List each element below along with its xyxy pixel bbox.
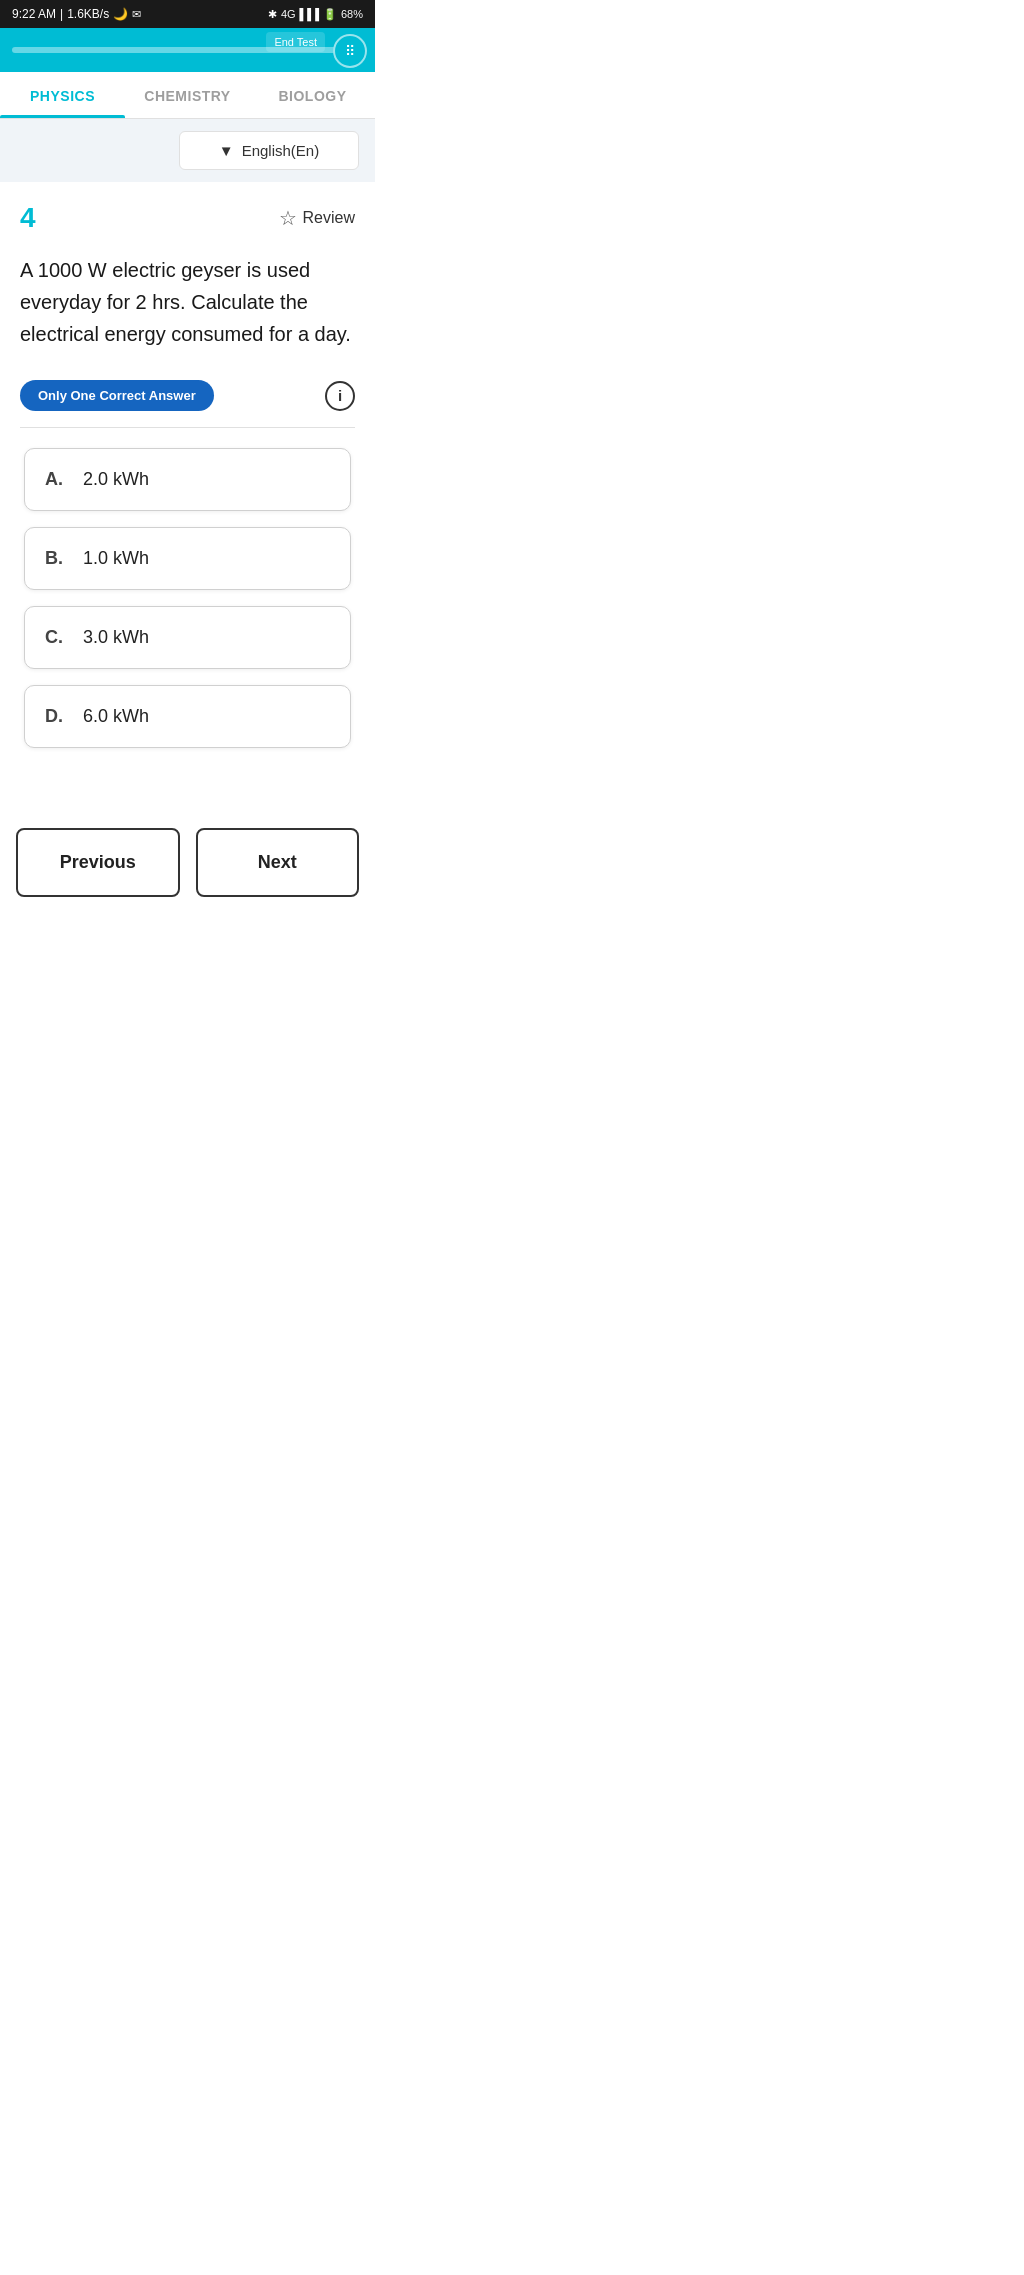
tab-chemistry[interactable]: CHEMISTRY — [125, 72, 250, 118]
menu-icon-button[interactable]: ⠿ — [333, 34, 367, 68]
status-network: 1.6KB/s — [67, 7, 109, 21]
chevron-down-icon: ▼ — [219, 142, 234, 159]
grid-icon: ⠿ — [345, 43, 355, 59]
info-icon-button[interactable]: i — [325, 381, 355, 411]
signal-icon: 4G▐▐▐ — [281, 8, 319, 20]
question-container: 4 ☆ Review A 1000 W electric geyser is u… — [0, 182, 375, 758]
question-text: A 1000 W electric geyser is used everyda… — [20, 254, 355, 350]
previous-button[interactable]: Previous — [16, 828, 180, 897]
option-c-label: C. — [45, 627, 67, 648]
option-a[interactable]: A. 2.0 kWh — [24, 448, 351, 511]
option-d[interactable]: D. 6.0 kWh — [24, 685, 351, 748]
status-left: 9:22 AM | 1.6KB/s 🌙 ✉ — [12, 7, 141, 21]
language-dropdown[interactable]: ▼ English(En) — [179, 131, 359, 170]
answer-type-badge: Only One Correct Answer — [20, 380, 214, 411]
star-icon: ☆ — [279, 206, 297, 230]
option-b-text: 1.0 kWh — [83, 548, 149, 569]
option-b-label: B. — [45, 548, 67, 569]
option-c-text: 3.0 kWh — [83, 627, 149, 648]
bluetooth-icon: ✱ — [268, 8, 277, 21]
battery-percent: 68% — [341, 8, 363, 20]
options-list: A. 2.0 kWh B. 1.0 kWh C. 3.0 kWh D. 6.0 … — [20, 448, 355, 748]
option-d-text: 6.0 kWh — [83, 706, 149, 727]
moon-icon: 🌙 — [113, 7, 128, 21]
end-test-button[interactable]: End Test — [266, 32, 325, 52]
tab-navigation: PHYSICS CHEMISTRY BIOLOGY — [0, 72, 375, 119]
progress-bar-row: 0% End Test ⠿ — [0, 28, 375, 72]
next-button[interactable]: Next — [196, 828, 360, 897]
option-a-text: 2.0 kWh — [83, 469, 149, 490]
tab-biology[interactable]: BIOLOGY — [250, 72, 375, 118]
status-bar: 9:22 AM | 1.6KB/s 🌙 ✉ ✱ 4G▐▐▐ 🔋 68% — [0, 0, 375, 28]
option-b[interactable]: B. 1.0 kWh — [24, 527, 351, 590]
option-c[interactable]: C. 3.0 kWh — [24, 606, 351, 669]
language-label: English(En) — [242, 142, 320, 159]
status-time: 9:22 AM — [12, 7, 56, 21]
battery-icon: 🔋 — [323, 8, 337, 21]
navigation-buttons: Previous Next — [0, 798, 375, 927]
option-d-label: D. — [45, 706, 67, 727]
review-button[interactable]: ☆ Review — [279, 206, 355, 230]
status-separator: | — [60, 7, 63, 21]
question-header: 4 ☆ Review — [20, 202, 355, 234]
gmail-icon: ✉ — [132, 8, 141, 21]
tab-physics[interactable]: PHYSICS — [0, 72, 125, 118]
option-a-label: A. — [45, 469, 67, 490]
answer-type-row: Only One Correct Answer i — [20, 380, 355, 428]
status-right: ✱ 4G▐▐▐ 🔋 68% — [268, 8, 363, 21]
question-number: 4 — [20, 202, 36, 234]
review-label: Review — [303, 209, 355, 227]
language-row: ▼ English(En) — [0, 119, 375, 182]
